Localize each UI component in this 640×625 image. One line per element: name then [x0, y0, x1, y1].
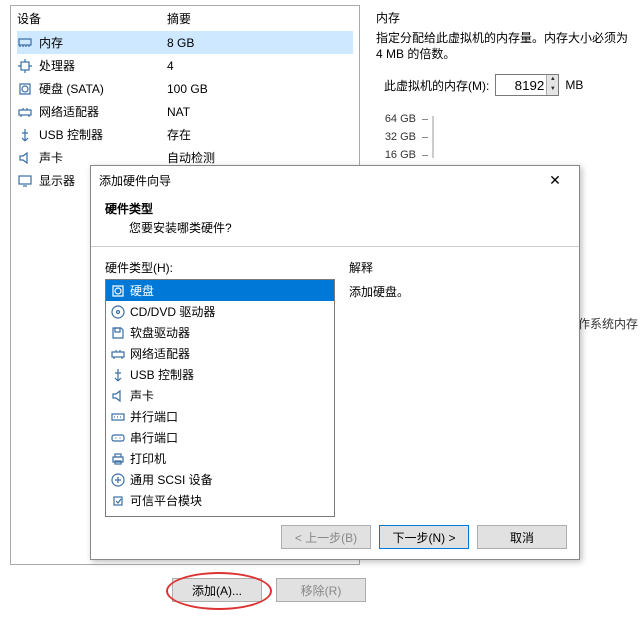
memory-icon — [17, 36, 33, 50]
floppy-icon — [110, 326, 126, 340]
memory-slider[interactable]: 64 GB32 GB16 GB — [380, 110, 428, 164]
hardware-item-label: 串行端口 — [130, 429, 178, 446]
device-value: 4 — [167, 59, 174, 73]
hardware-item[interactable]: 并行端口 — [106, 406, 334, 427]
add-hardware-dialog: 添加硬件向导 ✕ 硬件类型 您要安装哪类硬件? 硬件类型(H): 硬盘 CD/DV… — [90, 165, 580, 560]
device-value: 自动检测 — [167, 149, 215, 166]
hardware-item-label: 并行端口 — [130, 408, 178, 425]
device-row[interactable]: 硬盘 (SATA)100 GB — [17, 77, 353, 100]
memory-tick: 32 GB — [380, 128, 428, 146]
device-label: 处理器 — [39, 57, 167, 74]
memory-spinner[interactable]: ▲▼ — [546, 75, 558, 95]
hardware-item[interactable]: USB 控制器 — [106, 364, 334, 385]
sound-icon — [110, 389, 126, 403]
scsi-icon — [110, 473, 126, 487]
device-value: 存在 — [167, 126, 191, 143]
device-label: USB 控制器 — [39, 126, 167, 143]
device-label: 硬盘 (SATA) — [39, 80, 167, 97]
display-icon — [17, 174, 33, 188]
explain-text: 添加硬盘。 — [349, 279, 565, 300]
hardware-item[interactable]: 打印机 — [106, 448, 334, 469]
device-header: 设备 摘要 — [11, 6, 359, 31]
back-button[interactable]: < 上一步(B) — [281, 525, 371, 549]
hardware-item-label: 网络适配器 — [130, 345, 190, 362]
serial-icon — [110, 431, 126, 445]
device-value: 8 GB — [167, 36, 194, 50]
hardware-listbox[interactable]: 硬盘 CD/DVD 驱动器软盘驱动器网络适配器 USB 控制器声卡并行端口串行端口打… — [105, 279, 335, 517]
hardware-item[interactable]: 串行端口 — [106, 427, 334, 448]
dialog-titlebar: 添加硬件向导 ✕ — [91, 166, 579, 194]
hardware-item[interactable]: 通用 SCSI 设备 — [106, 469, 334, 490]
dialog-heading: 硬件类型 — [105, 200, 565, 219]
device-row[interactable]: 内存8 GB — [17, 31, 353, 54]
hardware-item-label: 可信平台模块 — [130, 492, 202, 509]
device-row[interactable]: USB 控制器存在 — [17, 123, 353, 146]
hardware-item[interactable]: 硬盘 — [106, 280, 334, 301]
network-icon — [17, 105, 33, 119]
hardware-item[interactable]: 声卡 — [106, 385, 334, 406]
hardware-item-label: 通用 SCSI 设备 — [130, 471, 213, 488]
device-label: 声卡 — [39, 149, 167, 166]
hardware-item[interactable]: 可信平台模块 — [106, 490, 334, 511]
hardware-item-label: 声卡 — [130, 387, 154, 404]
device-row[interactable]: 处理器4 — [17, 54, 353, 77]
memory-label: 此虚拟机的内存(M): — [384, 77, 489, 94]
dialog-subheading: 您要安装哪类硬件? — [105, 219, 565, 236]
device-label: 内存 — [39, 34, 167, 51]
dialog-title: 添加硬件向导 — [99, 172, 171, 189]
explain-label: 解释 — [349, 259, 565, 279]
hardware-item[interactable]: CD/DVD 驱动器 — [106, 301, 334, 322]
device-button-bar: 添加(A)... 移除(R) — [172, 578, 366, 602]
disk-icon — [17, 82, 33, 96]
tpm-icon — [110, 494, 126, 508]
hardware-item[interactable]: 网络适配器 — [106, 343, 334, 364]
memory-tick: 16 GB — [380, 146, 428, 164]
dialog-header: 硬件类型 您要安装哪类硬件? — [91, 194, 579, 247]
cpu-icon — [17, 59, 33, 73]
cancel-button[interactable]: 取消 — [477, 525, 567, 549]
header-summary: 摘要 — [167, 10, 191, 27]
dialog-button-bar: < 上一步(B) 下一步(N) > 取消 — [281, 525, 567, 549]
hardware-item-label: 打印机 — [130, 450, 166, 467]
device-value: NAT — [167, 105, 190, 119]
network-icon — [110, 347, 126, 361]
printer-icon — [110, 452, 126, 466]
cd-icon — [110, 305, 126, 319]
usb-icon — [17, 128, 33, 142]
memory-tick: 64 GB — [380, 110, 428, 128]
remove-button[interactable]: 移除(R) — [276, 578, 366, 602]
hardware-item-label: CD/DVD 驱动器 — [130, 303, 215, 320]
hardware-list-label: 硬件类型(H): — [105, 259, 335, 279]
memory-title: 内存 — [370, 5, 640, 30]
close-icon[interactable]: ✕ — [539, 172, 571, 189]
sound-icon — [17, 151, 33, 165]
next-button[interactable]: 下一步(N) > — [379, 525, 469, 549]
disk-icon — [110, 284, 126, 298]
hardware-item[interactable]: 软盘驱动器 — [106, 322, 334, 343]
hardware-item-label: 硬盘 — [130, 282, 154, 299]
header-device: 设备 — [17, 10, 167, 27]
add-button[interactable]: 添加(A)... — [172, 578, 262, 602]
memory-unit: MB — [565, 78, 583, 92]
device-value: 100 GB — [167, 82, 208, 96]
hardware-item-label: 软盘驱动器 — [130, 324, 190, 341]
memory-desc: 指定分配给此虚拟机的内存量。内存大小必须为 4 MB 的倍数。 — [370, 30, 640, 70]
parallel-icon — [110, 410, 126, 424]
usb-icon — [110, 368, 126, 382]
device-label: 网络适配器 — [39, 103, 167, 120]
device-row[interactable]: 网络适配器NAT — [17, 100, 353, 123]
hardware-item-label: USB 控制器 — [130, 366, 194, 383]
memory-panel: 内存 指定分配给此虚拟机的内存量。内存大小必须为 4 MB 的倍数。 此虚拟机的… — [370, 5, 640, 96]
